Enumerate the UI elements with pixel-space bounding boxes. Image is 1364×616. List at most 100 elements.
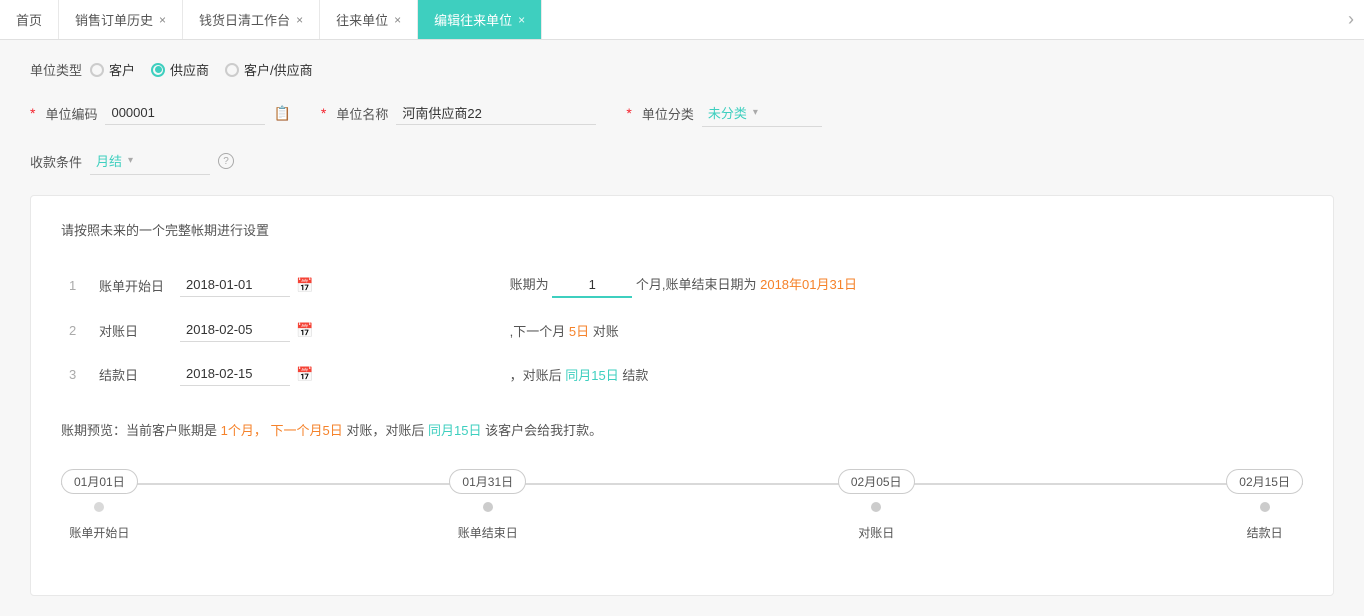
timeline-container: 01月01日 账单开始日 01月31日 账单结束日 02月05日 对账日 02月… xyxy=(61,469,1303,571)
tab-partner-units-close[interactable]: × xyxy=(394,14,401,26)
step-2-calendar-icon[interactable]: 📅 xyxy=(296,322,313,339)
timeline-dot-1 xyxy=(483,502,493,512)
timeline-dot-2 xyxy=(871,502,881,512)
unit-type-label: 单位类型 xyxy=(30,60,82,79)
timeline-dot-3 xyxy=(1260,502,1270,512)
unit-code-label: 单位编码 xyxy=(45,104,97,123)
step-2-num: 2 xyxy=(61,308,91,352)
payment-terms-select[interactable]: 月结 ▾ xyxy=(90,147,210,175)
preview-end: 该客户会给我打款。 xyxy=(485,423,602,438)
unit-code-star: * xyxy=(30,105,35,121)
payment-terms-value: 月结 xyxy=(96,151,122,170)
radio-supplier-circle xyxy=(151,63,165,77)
step-1-calendar-icon[interactable]: 📅 xyxy=(296,277,313,294)
unit-name-star: * xyxy=(321,105,326,121)
timeline-point-3: 02月15日 结款日 xyxy=(1226,469,1303,541)
unit-type-radio-group: 客户 供应商 客户/供应商 xyxy=(90,60,313,79)
step-1-desc: 账期为 个月,账单结束日期为 2018年01月31日 xyxy=(502,263,1303,308)
tab-partner-units-label: 往来单位 xyxy=(336,10,388,29)
step-2-desc-prefix: ,下一个月 xyxy=(510,324,566,339)
payment-terms-arrow-icon: ▾ xyxy=(128,155,133,166)
timeline-bubble-0: 01月01日 xyxy=(61,469,138,494)
preview-part2: 下一个月5日 xyxy=(271,423,343,438)
radio-supplier[interactable]: 供应商 xyxy=(151,60,209,79)
timeline-label-0: 账单开始日 xyxy=(69,524,129,541)
unit-category-value: 未分类 xyxy=(708,103,747,122)
radio-supplier-label: 供应商 xyxy=(170,60,209,79)
preview-part1: 1个月， xyxy=(221,423,267,438)
step-3-num: 3 xyxy=(61,352,91,396)
tab-sales-history[interactable]: 销售订单历史 × xyxy=(59,0,183,39)
unit-name-input[interactable] xyxy=(396,101,596,125)
step-3-date-cell: 📅 xyxy=(172,352,502,396)
tab-edit-partner-close[interactable]: × xyxy=(518,14,525,26)
tab-home-label: 首页 xyxy=(16,10,42,29)
timeline-point-0: 01月01日 账单开始日 xyxy=(61,469,138,541)
step-1-date-input[interactable] xyxy=(180,273,290,297)
tab-partner-units[interactable]: 往来单位 × xyxy=(320,0,418,39)
step-1-num: 1 xyxy=(61,263,91,308)
step-1-period-input[interactable] xyxy=(552,273,632,298)
unit-type-row: 单位类型 客户 供应商 客户/供应商 xyxy=(30,60,1334,79)
step-2-desc-suffix: 对账 xyxy=(593,324,619,339)
tab-cash-work-label: 钱货日清工作台 xyxy=(199,10,290,29)
timeline-label-2: 对账日 xyxy=(858,524,894,541)
tab-edit-partner[interactable]: 编辑往来单位 × xyxy=(418,0,542,39)
step-2-label: 对账日 xyxy=(91,308,172,352)
radio-customer-label: 客户 xyxy=(109,60,135,79)
timeline-point-2: 02月05日 对账日 xyxy=(838,469,915,541)
timeline-label-1: 账单结束日 xyxy=(458,524,518,541)
content-area: 单位类型 客户 供应商 客户/供应商 * 单位编码 xyxy=(0,40,1364,616)
radio-both-circle xyxy=(225,63,239,77)
step-2-desc-highlight: 5日 xyxy=(569,324,589,339)
step-3-calendar-icon[interactable]: 📅 xyxy=(296,366,313,383)
radio-customer[interactable]: 客户 xyxy=(90,60,135,79)
step-1-row: 1 账单开始日 📅 账期为 个月,账单结束日期为 2018年01月31日 xyxy=(61,263,1303,308)
step-2-row: 2 对账日 📅 ,下一个月 5日 对账 xyxy=(61,308,1303,352)
payment-terms-label: 收款条件 xyxy=(30,152,82,171)
timeline-point-1: 01月31日 账单结束日 xyxy=(449,469,526,541)
timeline-bubble-2: 02月05日 xyxy=(838,469,915,494)
step-3-desc-highlight: 同月15日 xyxy=(565,368,618,383)
unit-name-label: 单位名称 xyxy=(336,104,388,123)
step-1-label: 账单开始日 xyxy=(91,263,172,308)
step-3-desc-prefix: ，对账后 xyxy=(510,368,566,383)
step-3-date-input[interactable] xyxy=(180,362,290,386)
preview-label: 账期预览：当前客户账期是 xyxy=(61,423,217,438)
unit-code-field: * 单位编码 📋 xyxy=(30,101,291,125)
unit-category-arrow-icon: ▾ xyxy=(753,107,758,118)
step-1-period-unit: 个月,账单结束日期为 xyxy=(636,277,760,292)
tab-sales-history-close[interactable]: × xyxy=(159,14,166,26)
unit-code-copy-icon[interactable]: 📋 xyxy=(273,105,290,122)
step-2-date-input[interactable] xyxy=(180,318,290,342)
unit-category-field: * 单位分类 未分类 ▾ xyxy=(626,99,821,127)
step-1-mid-label: 账期为 xyxy=(510,277,549,292)
unit-category-star: * xyxy=(626,105,631,121)
step-1-period-end: 2018年01月31日 xyxy=(760,277,857,292)
section-title: 请按照未来的一个完整帐期进行设置 xyxy=(61,220,1303,239)
timeline-bubble-1: 01月31日 xyxy=(449,469,526,494)
unit-type-field: 单位类型 客户 供应商 客户/供应商 xyxy=(30,60,313,79)
payment-terms-help-icon[interactable]: ? xyxy=(218,153,234,169)
unit-details-row: * 单位编码 📋 * 单位名称 * 单位分类 未分类 ▾ xyxy=(30,99,1334,127)
tab-home[interactable]: 首页 xyxy=(0,0,59,39)
unit-name-field: * 单位名称 xyxy=(321,101,596,125)
unit-code-input[interactable] xyxy=(105,101,265,125)
tab-cash-work-close[interactable]: × xyxy=(296,14,303,26)
timeline-label-3: 结款日 xyxy=(1247,524,1283,541)
tabs-right-arrow[interactable]: › xyxy=(1338,0,1364,39)
unit-category-label: 单位分类 xyxy=(642,104,694,123)
steps-table: 1 账单开始日 📅 账期为 个月,账单结束日期为 2018年01月31日 xyxy=(61,263,1303,396)
step-2-desc: ,下一个月 5日 对账 xyxy=(502,308,1303,352)
unit-category-select[interactable]: 未分类 ▾ xyxy=(702,99,822,127)
step-2-date-cell: 📅 xyxy=(172,308,502,352)
timeline-items: 01月01日 账单开始日 01月31日 账单结束日 02月05日 对账日 02月… xyxy=(61,469,1303,541)
timeline-bubble-3: 02月15日 xyxy=(1226,469,1303,494)
preview-text: 账期预览：当前客户账期是 1个月， 下一个月5日 对账，对账后 同月15日 该客… xyxy=(61,420,1303,439)
payment-terms-row: 收款条件 月结 ▾ ? xyxy=(30,147,1334,175)
step-3-desc-suffix: 结款 xyxy=(622,368,648,383)
tab-cash-work[interactable]: 钱货日清工作台 × xyxy=(183,0,320,39)
tabs-bar: 首页 销售订单历史 × 钱货日清工作台 × 往来单位 × 编辑往来单位 × › xyxy=(0,0,1364,40)
radio-both[interactable]: 客户/供应商 xyxy=(225,60,313,79)
step-3-desc: ，对账后 同月15日 结款 xyxy=(502,352,1303,396)
